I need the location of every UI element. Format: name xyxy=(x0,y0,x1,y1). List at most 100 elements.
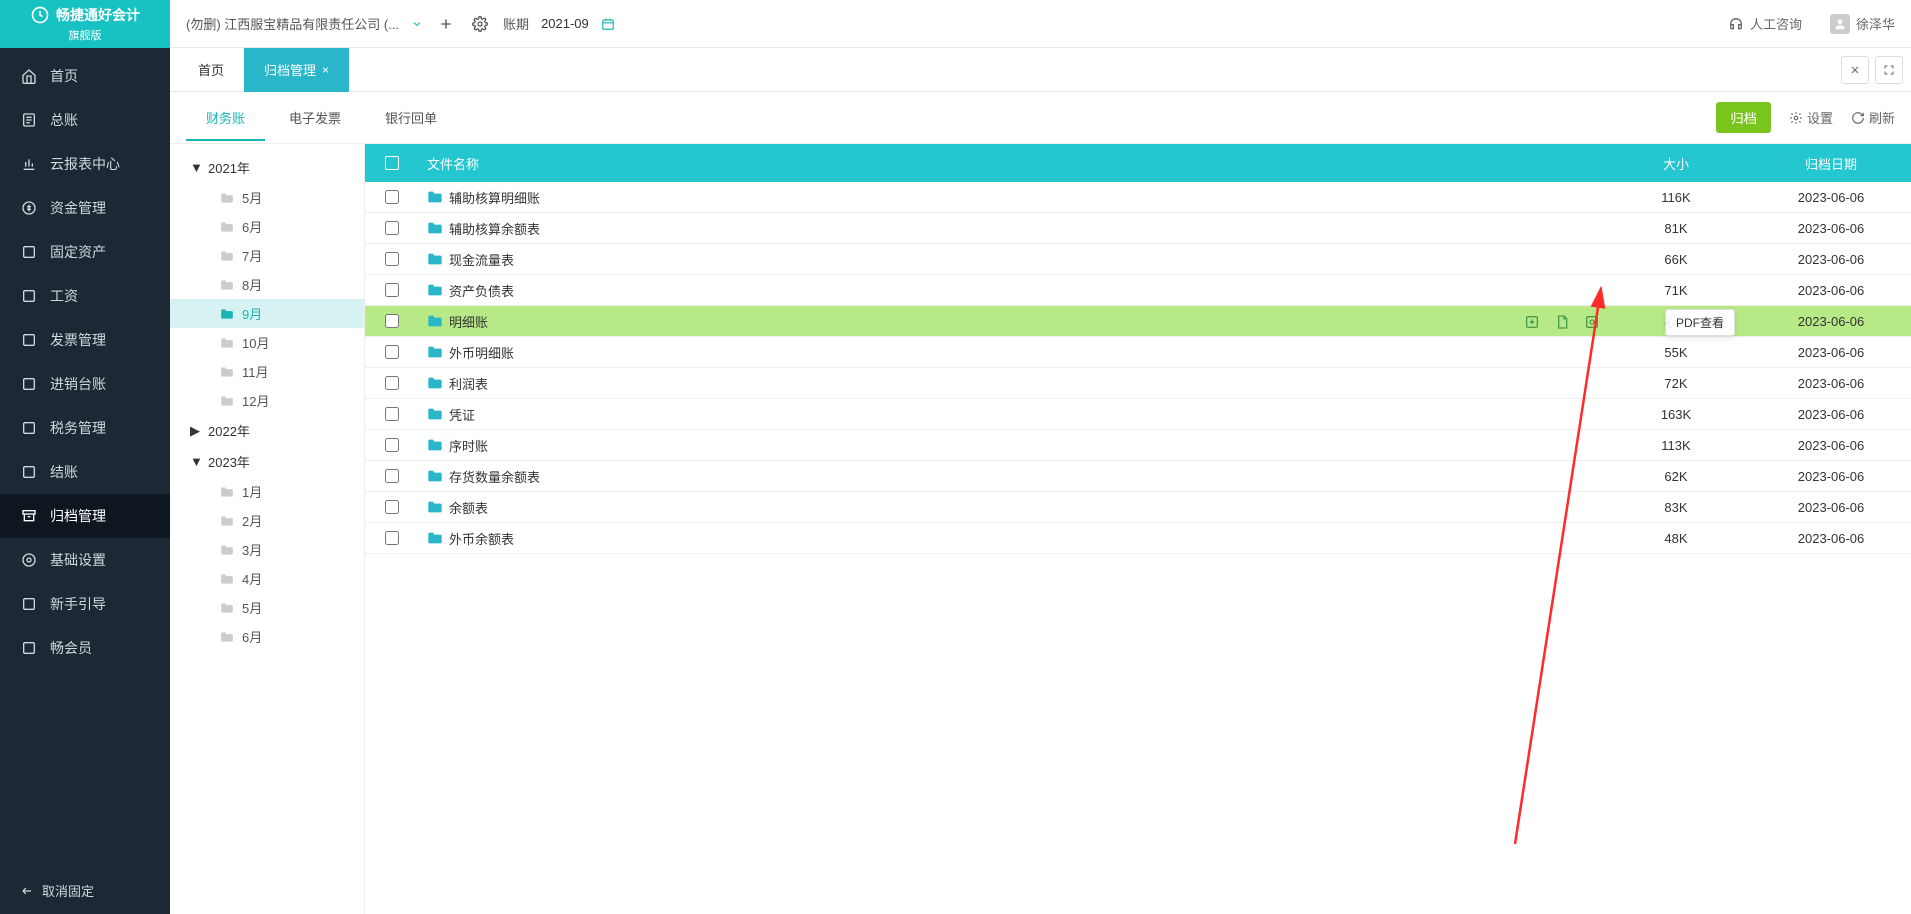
folder-icon xyxy=(427,531,443,545)
row-checkbox[interactable] xyxy=(385,469,399,483)
add-company-button[interactable] xyxy=(435,13,457,35)
tree-month[interactable]: 6月 xyxy=(170,622,364,651)
table-row[interactable]: 现金流量表66K2023-06-06 xyxy=(365,244,1911,275)
row-checkbox[interactable] xyxy=(385,376,399,390)
subtab-bank[interactable]: 银行回单 xyxy=(365,94,457,141)
close-icon[interactable]: × xyxy=(322,63,329,77)
tree-month[interactable]: 3月 xyxy=(170,535,364,564)
sidebar-unpin-label: 取消固定 xyxy=(42,881,94,900)
tree-month[interactable]: 11月 xyxy=(170,357,364,386)
row-checkbox[interactable] xyxy=(385,252,399,266)
table-row[interactable]: 序时账113K2023-06-06 xyxy=(365,430,1911,461)
tree-year[interactable]: ▼2021年 xyxy=(170,152,364,183)
company-settings-button[interactable] xyxy=(469,13,491,35)
nav-item-8[interactable]: 税务管理 xyxy=(0,406,170,450)
tree-month[interactable]: 6月 xyxy=(170,212,364,241)
nav-item-11[interactable]: 基础设置 xyxy=(0,538,170,582)
settings-link[interactable]: 设置 xyxy=(1789,108,1833,127)
tab-archive[interactable]: 归档管理 × xyxy=(244,48,349,92)
nav-label: 工资 xyxy=(50,286,78,306)
row-checkbox[interactable] xyxy=(385,531,399,545)
table-row[interactable]: 外币明细账55K2023-06-06 xyxy=(365,337,1911,368)
sidebar-unpin[interactable]: 取消固定 xyxy=(0,867,170,914)
consult-label: 人工咨询 xyxy=(1750,14,1802,33)
month-label: 3月 xyxy=(242,540,262,559)
nav-label: 进销台账 xyxy=(50,374,106,394)
preview-icon[interactable] xyxy=(1583,313,1601,331)
row-checkbox[interactable] xyxy=(385,345,399,359)
tree-month[interactable]: 12月 xyxy=(170,386,364,415)
folder-icon xyxy=(427,252,443,266)
tree-month[interactable]: 1月 xyxy=(170,477,364,506)
row-checkbox[interactable] xyxy=(385,283,399,297)
row-checkbox[interactable] xyxy=(385,500,399,514)
download-icon[interactable] xyxy=(1523,313,1541,331)
period-label: 账期 xyxy=(503,14,529,33)
tree-year[interactable]: ▶2022年 xyxy=(170,415,364,446)
row-checkbox[interactable] xyxy=(385,190,399,204)
table-row[interactable]: 明细账46K2023-06-06PDF查看 xyxy=(365,306,1911,337)
table-row[interactable]: 利润表72K2023-06-06 xyxy=(365,368,1911,399)
file-name: 辅助核算余额表 xyxy=(449,219,540,238)
row-checkbox[interactable] xyxy=(385,314,399,328)
chevron-down-icon[interactable] xyxy=(411,18,423,30)
row-checkbox[interactable] xyxy=(385,438,399,452)
tree-month[interactable]: 5月 xyxy=(170,183,364,212)
nav-item-9[interactable]: 结账 xyxy=(0,450,170,494)
table-row[interactable]: 外币余额表48K2023-06-06 xyxy=(365,523,1911,554)
nav-item-10[interactable]: 归档管理 xyxy=(0,494,170,538)
nav-item-0[interactable]: 首页 xyxy=(0,54,170,98)
nav-item-6[interactable]: 发票管理 xyxy=(0,318,170,362)
tree-month[interactable]: 5月 xyxy=(170,593,364,622)
inventory-icon xyxy=(20,375,38,393)
tax-icon xyxy=(20,419,38,437)
month-label: 1月 xyxy=(242,482,262,501)
calendar-icon[interactable] xyxy=(601,17,615,31)
headset-icon xyxy=(1728,16,1744,32)
table-row[interactable]: 资产负债表71K2023-06-06 xyxy=(365,275,1911,306)
tree-month[interactable]: 4月 xyxy=(170,564,364,593)
asset-icon xyxy=(20,243,38,261)
folder-icon xyxy=(220,279,234,291)
tree-month[interactable]: 9月 xyxy=(170,299,364,328)
user-menu[interactable]: 徐泽华 xyxy=(1830,14,1895,34)
nav-item-1[interactable]: 总账 xyxy=(0,98,170,142)
row-actions xyxy=(1523,306,1601,337)
folder-icon xyxy=(220,395,234,407)
archive-button[interactable]: 归档 xyxy=(1716,102,1771,133)
nav-label: 资金管理 xyxy=(50,198,106,218)
tree-month[interactable]: 7月 xyxy=(170,241,364,270)
close-tab-button[interactable] xyxy=(1841,56,1869,84)
file-size: 48K xyxy=(1601,531,1751,546)
table-row[interactable]: 余额表83K2023-06-06 xyxy=(365,492,1911,523)
tree-month[interactable]: 2月 xyxy=(170,506,364,535)
row-checkbox[interactable] xyxy=(385,221,399,235)
tree-month[interactable]: 8月 xyxy=(170,270,364,299)
tree-year[interactable]: ▼2023年 xyxy=(170,446,364,477)
company-selector-label[interactable]: (勿删) 江西服宝精品有限责任公司 (... xyxy=(186,14,399,33)
table-row[interactable]: 辅助核算余额表81K2023-06-06 xyxy=(365,213,1911,244)
month-label: 6月 xyxy=(242,627,262,646)
nav-item-12[interactable]: 新手引导 xyxy=(0,582,170,626)
consult-button[interactable]: 人工咨询 xyxy=(1728,14,1802,33)
nav-item-3[interactable]: 资金管理 xyxy=(0,186,170,230)
subtab-finance[interactable]: 财务账 xyxy=(186,94,265,141)
file-name: 明细账 xyxy=(449,312,488,331)
fullscreen-button[interactable] xyxy=(1875,56,1903,84)
nav-item-7[interactable]: 进销台账 xyxy=(0,362,170,406)
period-value[interactable]: 2021-09 xyxy=(541,16,589,31)
nav-item-13[interactable]: 畅会员 xyxy=(0,626,170,670)
row-checkbox[interactable] xyxy=(385,407,399,421)
refresh-link[interactable]: 刷新 xyxy=(1851,108,1895,127)
tree-month[interactable]: 10月 xyxy=(170,328,364,357)
nav-item-5[interactable]: 工资 xyxy=(0,274,170,318)
table-row[interactable]: 存货数量余额表62K2023-06-06 xyxy=(365,461,1911,492)
table-row[interactable]: 辅助核算明细账116K2023-06-06 xyxy=(365,182,1911,213)
nav-item-2[interactable]: 云报表中心 xyxy=(0,142,170,186)
subtab-einvoice[interactable]: 电子发票 xyxy=(269,94,361,141)
select-all-checkbox[interactable] xyxy=(385,156,399,170)
pdf-icon[interactable] xyxy=(1553,313,1571,331)
tab-home[interactable]: 首页 xyxy=(178,48,244,92)
table-row[interactable]: 凭证163K2023-06-06 xyxy=(365,399,1911,430)
nav-item-4[interactable]: 固定资产 xyxy=(0,230,170,274)
